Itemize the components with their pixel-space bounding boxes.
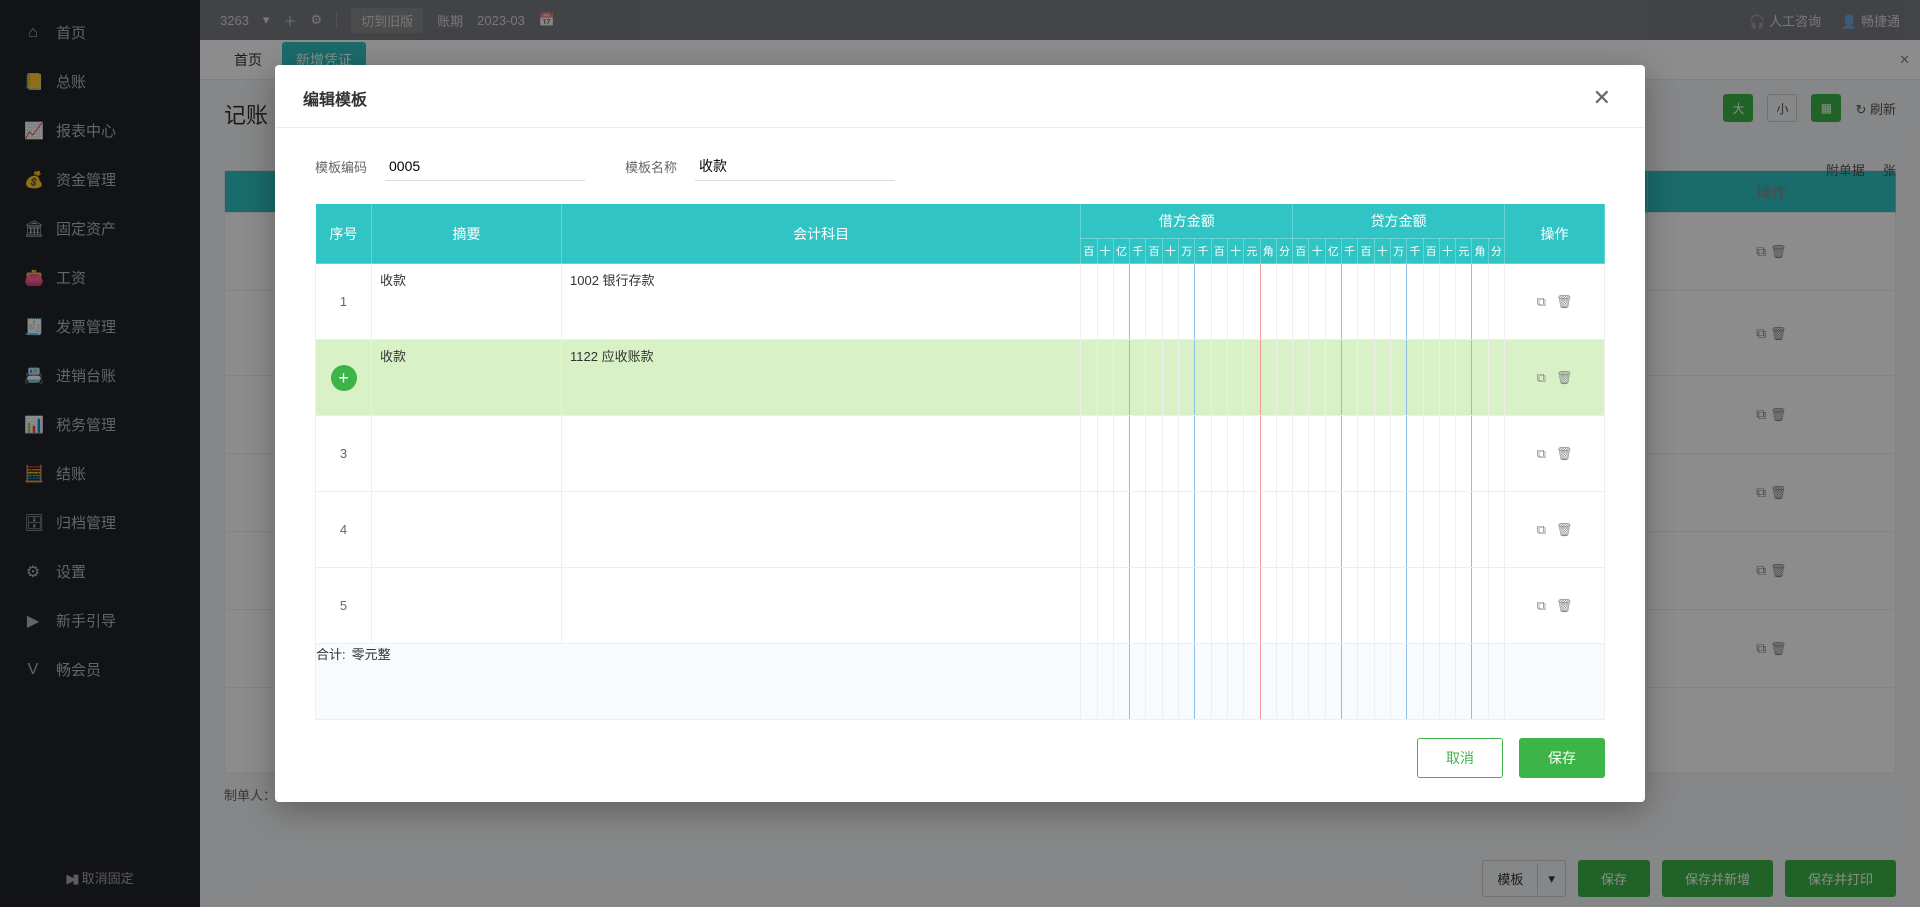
trash-icon[interactable] bbox=[1556, 598, 1573, 614]
unit-header: 十 bbox=[1227, 239, 1243, 264]
row-credit[interactable] bbox=[1293, 264, 1505, 340]
unit-header: 角 bbox=[1472, 239, 1488, 264]
copy-icon[interactable] bbox=[1537, 370, 1546, 386]
row-subject[interactable]: 1002 银行存款 bbox=[562, 264, 1081, 340]
unit-header: 亿 bbox=[1113, 239, 1129, 264]
row-summary[interactable] bbox=[372, 416, 562, 492]
unit-header: 百 bbox=[1211, 239, 1227, 264]
col-debit: 借方金额 bbox=[1081, 204, 1293, 239]
modal-overlay: 编辑模板 ✕ 模板编码 模板名称 bbox=[0, 0, 1920, 907]
copy-icon[interactable] bbox=[1537, 294, 1546, 310]
row-seq: 4 bbox=[316, 492, 372, 568]
copy-icon[interactable] bbox=[1537, 522, 1546, 538]
row-credit[interactable] bbox=[1293, 568, 1505, 644]
template-code-input[interactable] bbox=[385, 152, 585, 181]
template-row[interactable]: 5 bbox=[316, 568, 1605, 644]
unit-header: 千 bbox=[1342, 239, 1358, 264]
template-table: 序号 摘要 会计科目 借方金额 贷方金额 操作 百十亿千百十万千百十元角分百十亿… bbox=[315, 203, 1605, 720]
unit-header: 分 bbox=[1276, 239, 1292, 264]
unit-header: 元 bbox=[1456, 239, 1472, 264]
row-subject[interactable] bbox=[562, 568, 1081, 644]
copy-icon[interactable] bbox=[1537, 598, 1546, 614]
template-row[interactable]: + 收款1122 应收账款 bbox=[316, 340, 1605, 416]
template-row[interactable]: 3 bbox=[316, 416, 1605, 492]
row-seq: 1 bbox=[316, 264, 372, 340]
col-credit: 贷方金额 bbox=[1293, 204, 1505, 239]
row-credit[interactable] bbox=[1293, 340, 1505, 416]
unit-header: 十 bbox=[1162, 239, 1178, 264]
row-debit[interactable] bbox=[1081, 416, 1293, 492]
unit-header: 万 bbox=[1390, 239, 1406, 264]
unit-header: 百 bbox=[1423, 239, 1439, 264]
unit-header: 千 bbox=[1195, 239, 1211, 264]
unit-header: 十 bbox=[1374, 239, 1390, 264]
row-subject[interactable] bbox=[562, 416, 1081, 492]
row-seq: + bbox=[316, 340, 372, 416]
template-row[interactable]: 1收款1002 银行存款 bbox=[316, 264, 1605, 340]
row-subject[interactable]: 1122 应收账款 bbox=[562, 340, 1081, 416]
unit-header: 十 bbox=[1439, 239, 1455, 264]
col-subject: 会计科目 bbox=[562, 204, 1081, 264]
unit-header: 元 bbox=[1244, 239, 1260, 264]
unit-header: 百 bbox=[1293, 239, 1309, 264]
modal-title: 编辑模板 bbox=[303, 86, 367, 110]
unit-header: 万 bbox=[1179, 239, 1195, 264]
unit-header: 千 bbox=[1130, 239, 1146, 264]
template-row[interactable]: 4 bbox=[316, 492, 1605, 568]
trash-icon[interactable] bbox=[1556, 446, 1573, 462]
close-icon[interactable]: ✕ bbox=[1587, 83, 1617, 113]
row-subject[interactable] bbox=[562, 492, 1081, 568]
row-summary[interactable] bbox=[372, 568, 562, 644]
unit-header: 千 bbox=[1407, 239, 1423, 264]
cancel-button[interactable]: 取消 bbox=[1417, 738, 1503, 778]
add-row-button[interactable]: + bbox=[331, 365, 357, 391]
unit-header: 亿 bbox=[1325, 239, 1341, 264]
edit-template-modal: 编辑模板 ✕ 模板编码 模板名称 bbox=[275, 65, 1645, 802]
unit-header: 分 bbox=[1488, 239, 1504, 264]
template-name-input[interactable] bbox=[695, 152, 895, 181]
row-summary[interactable]: 收款 bbox=[372, 264, 562, 340]
save-button[interactable]: 保存 bbox=[1519, 738, 1605, 778]
row-debit[interactable] bbox=[1081, 492, 1293, 568]
row-debit[interactable] bbox=[1081, 340, 1293, 416]
row-summary[interactable] bbox=[372, 492, 562, 568]
row-debit[interactable] bbox=[1081, 264, 1293, 340]
unit-header: 百 bbox=[1081, 239, 1097, 264]
row-credit[interactable] bbox=[1293, 416, 1505, 492]
unit-header: 十 bbox=[1097, 239, 1113, 264]
row-credit[interactable] bbox=[1293, 492, 1505, 568]
row-summary[interactable]: 收款 bbox=[372, 340, 562, 416]
total-cell: 合计: 零元整 bbox=[316, 644, 1081, 720]
unit-header: 十 bbox=[1309, 239, 1325, 264]
trash-icon[interactable] bbox=[1556, 370, 1573, 386]
template-code-label: 模板编码 bbox=[315, 157, 367, 176]
col-ops: 操作 bbox=[1505, 204, 1605, 264]
row-seq: 5 bbox=[316, 568, 372, 644]
unit-header: 角 bbox=[1260, 239, 1276, 264]
copy-icon[interactable] bbox=[1537, 446, 1546, 462]
row-seq: 3 bbox=[316, 416, 372, 492]
template-name-label: 模板名称 bbox=[625, 157, 677, 176]
unit-header: 百 bbox=[1146, 239, 1162, 264]
trash-icon[interactable] bbox=[1556, 294, 1573, 310]
col-summary: 摘要 bbox=[372, 204, 562, 264]
col-seq: 序号 bbox=[316, 204, 372, 264]
row-debit[interactable] bbox=[1081, 568, 1293, 644]
unit-header: 百 bbox=[1358, 239, 1374, 264]
trash-icon[interactable] bbox=[1556, 522, 1573, 538]
